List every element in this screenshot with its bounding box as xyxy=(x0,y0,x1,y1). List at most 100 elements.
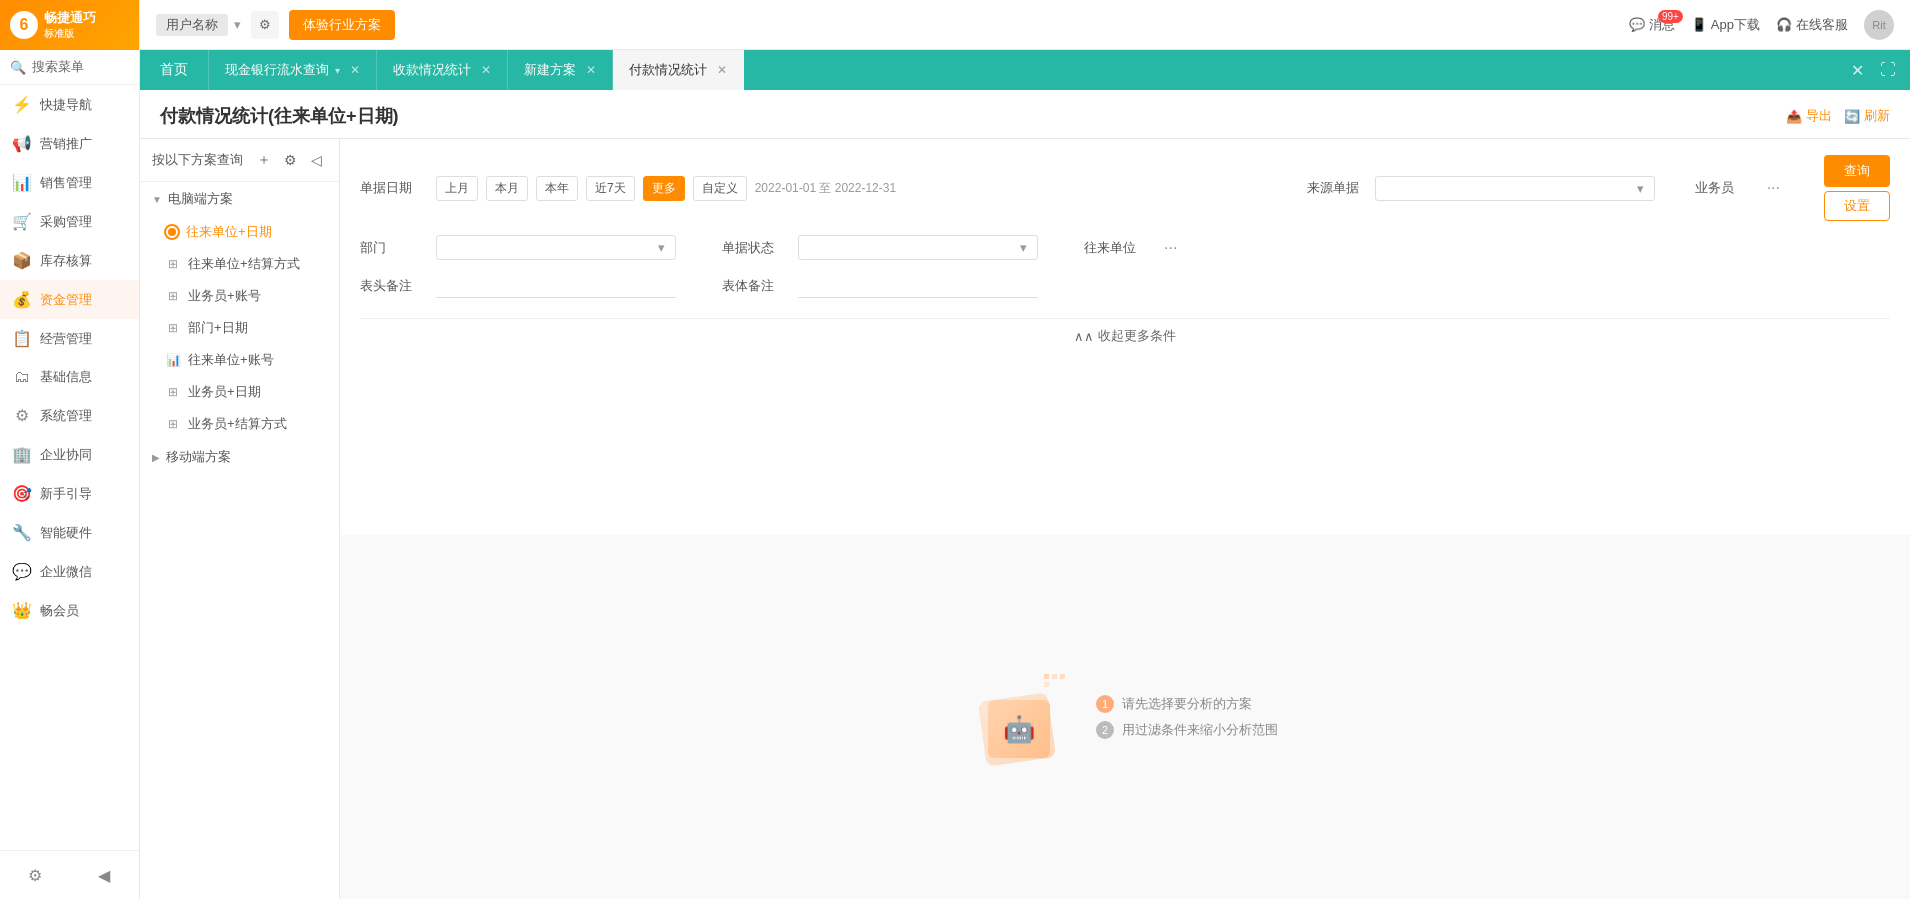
sidebar-item-guide[interactable]: 🎯 新手引导 xyxy=(0,474,139,513)
sidebar-item-quick-nav[interactable]: ⚡ 快捷导航 xyxy=(0,85,139,124)
desktop-group-arrow: ▼ xyxy=(152,194,162,205)
tab-receipt-stats-close[interactable]: ✕ xyxy=(481,63,491,77)
scheme-group-mobile[interactable]: ▶ 移动端方案 xyxy=(140,440,339,474)
scheme-item-partner-settle[interactable]: ⊞ 往来单位+结算方式 xyxy=(140,248,339,280)
smart-hw-icon: 🔧 xyxy=(12,523,32,542)
tab-new-scheme[interactable]: 新建方案 ✕ xyxy=(508,50,613,90)
messages-btn[interactable]: 💬 消息 99+ xyxy=(1629,16,1675,34)
sidebar-item-inventory[interactable]: 📦 库存核算 xyxy=(0,241,139,280)
sidebar-item-finance[interactable]: 💰 资金管理 xyxy=(0,280,139,319)
collapse-more-btn[interactable]: ∧∧ 收起更多条件 xyxy=(360,318,1890,353)
scheme-item-staff-date[interactable]: ⊞ 业务员+日期 xyxy=(140,376,339,408)
date-custom-btn[interactable]: 自定义 xyxy=(693,176,747,201)
tab-payment-stats-close[interactable]: ✕ xyxy=(717,63,727,77)
scheme-group-desktop[interactable]: ▼ 电脑端方案 xyxy=(140,182,339,216)
partner-settle-label: 往来单位+结算方式 xyxy=(188,255,300,273)
messages-badge: 99+ xyxy=(1658,10,1683,23)
guide-icon: 🎯 xyxy=(12,484,32,503)
system-icon: ⚙ xyxy=(12,406,32,425)
user-menu-chevron[interactable]: ▾ xyxy=(234,17,241,32)
trial-btn[interactable]: 体验行业方案 xyxy=(289,10,395,40)
tab-receipt-stats[interactable]: 收款情况统计 ✕ xyxy=(377,50,508,90)
tab-bank-flow[interactable]: 现金银行流水查询 ▾ ✕ xyxy=(209,50,377,90)
tab-payment-stats[interactable]: 付款情况统计 ✕ xyxy=(613,50,744,90)
sidebar-item-label: 采购管理 xyxy=(40,213,92,231)
empty-tips: 1 请先选择要分析的方案 2 用过滤条件来缩小分析范围 xyxy=(1096,695,1278,739)
scheme-panel: 按以下方案查询 ＋ ⚙ ◁ ▼ 电脑端方案 xyxy=(140,139,340,899)
app-download-btn[interactable]: 📱 App下载 xyxy=(1691,16,1760,34)
sidebar-collapse-btn[interactable]: ◀ xyxy=(88,859,120,891)
header-remark-input[interactable] xyxy=(436,274,676,298)
tab-close-all-btn[interactable]: ✕ xyxy=(1847,57,1868,84)
date-7days-btn[interactable]: 近7天 xyxy=(586,176,635,201)
date-last-month-btn[interactable]: 上月 xyxy=(436,176,478,201)
filter-settings-btn[interactable]: 设置 xyxy=(1824,191,1890,221)
header-remark-label: 表头备注 xyxy=(360,277,420,295)
voucher-status-select[interactable]: ▾ xyxy=(798,235,1038,260)
scheme-item-dept-date[interactable]: ⊞ 部门+日期 xyxy=(140,312,339,344)
scheme-collapse-btn[interactable]: ◁ xyxy=(305,149,327,171)
salesperson-label: 业务员 xyxy=(1695,179,1755,197)
sidebar-item-purchase[interactable]: 🛒 采购管理 xyxy=(0,202,139,241)
refresh-btn[interactable]: 🔄 刷新 xyxy=(1844,107,1890,125)
inventory-icon: 📦 xyxy=(12,251,32,270)
date-this-year-btn[interactable]: 本年 xyxy=(536,176,578,201)
sidebar-item-wechat[interactable]: 💬 企业微信 xyxy=(0,552,139,591)
dept-select[interactable]: ▾ xyxy=(436,235,676,260)
sidebar-item-basic-info[interactable]: 🗂 基础信息 xyxy=(0,358,139,396)
message-icon: 💬 xyxy=(1629,17,1645,32)
body-remark-input[interactable] xyxy=(798,274,1038,298)
mobile-group-arrow: ▶ xyxy=(152,452,160,463)
sidebar-settings-btn[interactable]: ⚙ xyxy=(19,859,51,891)
staff-settle-icon: ⊞ xyxy=(164,415,182,433)
date-more-btn[interactable]: 更多 xyxy=(643,176,685,201)
sidebar-item-member[interactable]: 👑 畅会员 xyxy=(0,591,139,630)
sidebar-item-sales[interactable]: 📊 销售管理 xyxy=(0,163,139,202)
sidebar-item-enterprise[interactable]: 🏢 企业协同 xyxy=(0,435,139,474)
scheme-settings-btn[interactable]: ⚙ xyxy=(279,149,301,171)
sidebar-item-label: 新手引导 xyxy=(40,485,92,503)
scheme-item-staff-account[interactable]: ⊞ 业务员+账号 xyxy=(140,280,339,312)
source-voucher-label: 来源单据 xyxy=(1307,179,1367,197)
query-btn[interactable]: 查询 xyxy=(1824,155,1890,187)
topbar: 用户名称 ▾ ⚙ 体验行业方案 💬 消息 99+ 📱 App下载 🎧 在线客服 … xyxy=(140,0,1910,50)
scheme-item-partner-account[interactable]: 📊 往来单位+账号 xyxy=(140,344,339,376)
tab-home[interactable]: 首页 xyxy=(140,50,209,90)
partner-select-dots[interactable]: ··· xyxy=(1160,239,1181,257)
sidebar-item-label: 基础信息 xyxy=(40,368,92,386)
user-avatar[interactable]: Rit xyxy=(1864,10,1894,40)
filter-row-3: 表头备注 表体备注 xyxy=(360,274,1890,298)
partner-account-label: 往来单位+账号 xyxy=(188,351,274,369)
sidebar-item-system[interactable]: ⚙ 系统管理 xyxy=(0,396,139,435)
partner-date-radio-inner xyxy=(168,228,176,236)
app-name: 畅捷通巧 xyxy=(44,9,96,27)
tab-bank-flow-close[interactable]: ✕ xyxy=(350,63,360,77)
empty-tip-2: 2 用过滤条件来缩小分析范围 xyxy=(1096,721,1278,739)
page-header-actions: 📤 导出 🔄 刷新 xyxy=(1786,107,1890,125)
salesperson-select-dots[interactable]: ··· xyxy=(1763,179,1784,197)
voucher-status-chevron: ▾ xyxy=(1020,240,1027,255)
export-btn[interactable]: 📤 导出 xyxy=(1786,107,1832,125)
sidebar-item-label: 资金管理 xyxy=(40,291,92,309)
online-service-btn[interactable]: 🎧 在线客服 xyxy=(1776,16,1848,34)
sidebar-item-smart-hw[interactable]: 🔧 智能硬件 xyxy=(0,513,139,552)
sidebar-search[interactable]: 🔍 搜索菜单 xyxy=(0,50,139,85)
tab-new-scheme-close[interactable]: ✕ xyxy=(586,63,596,77)
tab-bank-flow-chevron: ▾ xyxy=(335,65,340,76)
finance-icon: 💰 xyxy=(12,290,32,309)
date-this-month-btn[interactable]: 本月 xyxy=(486,176,528,201)
refresh-icon: 🔄 xyxy=(1844,109,1860,124)
dept-chevron: ▾ xyxy=(658,240,665,255)
settings-gear-btn[interactable]: ⚙ xyxy=(251,11,279,39)
refresh-label: 刷新 xyxy=(1864,107,1890,125)
scheme-item-staff-settle[interactable]: ⊞ 业务员+结算方式 xyxy=(140,408,339,440)
scheme-add-btn[interactable]: ＋ xyxy=(253,149,275,171)
scheme-item-partner-date[interactable]: 往来单位+日期 xyxy=(140,216,339,248)
sidebar-bottom: ⚙ ◀ xyxy=(0,850,139,899)
source-voucher-select[interactable]: ▾ xyxy=(1375,176,1655,201)
sidebar-item-marketing[interactable]: 📢 营销推广 xyxy=(0,124,139,163)
tab-maximize-btn[interactable]: ⛶ xyxy=(1876,57,1900,83)
sidebar-item-label: 智能硬件 xyxy=(40,524,92,542)
partner-settle-icon: ⊞ xyxy=(164,255,182,273)
sidebar-item-operation[interactable]: 📋 经营管理 xyxy=(0,319,139,358)
